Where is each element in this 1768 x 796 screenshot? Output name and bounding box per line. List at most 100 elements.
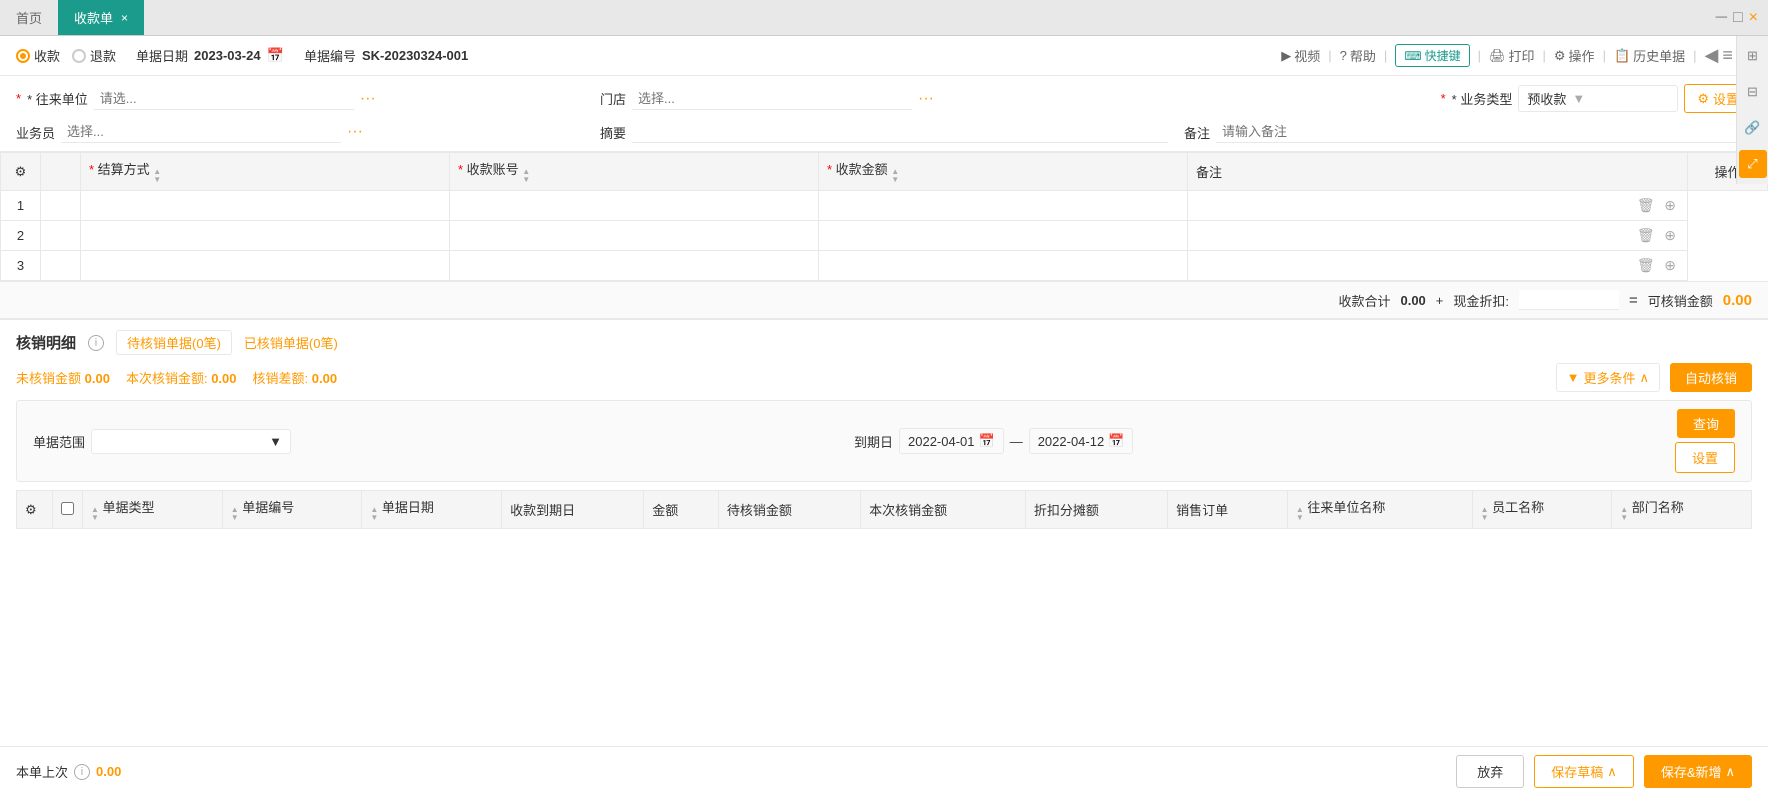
bt-discount-th: 折扣分摊额 xyxy=(1025,491,1167,529)
staff-input[interactable] xyxy=(61,121,341,143)
bt-check-all[interactable] xyxy=(61,502,74,515)
row-3-copy-btn[interactable]: ⊕ xyxy=(1661,257,1679,274)
biz-type-dropdown[interactable]: 预收款 ▼ xyxy=(1518,85,1678,112)
range-arrow-icon: ▼ xyxy=(269,434,282,449)
video-btn[interactable]: ▶ 视频 xyxy=(1281,46,1320,65)
bt-no-sort-icon[interactable]: ▲▼ xyxy=(231,506,239,522)
help-btn[interactable]: ? 帮助 xyxy=(1340,46,1376,65)
tab-home[interactable]: 首页 xyxy=(0,0,58,35)
history-btn[interactable]: 📋 历史单据 xyxy=(1614,46,1685,65)
right-panel-print-icon[interactable]: ⊟ xyxy=(1739,78,1767,106)
bt-check-th[interactable] xyxy=(53,491,83,529)
shortcut-btn[interactable]: ⌨ 快捷键 xyxy=(1395,44,1469,67)
tab-shoukudan-close[interactable]: × xyxy=(121,11,128,25)
hexiao-done-tab[interactable]: 已核销单据(0笔) xyxy=(244,333,338,352)
staff-group: 业务员 ··· xyxy=(16,121,584,143)
account-sort-icon[interactable]: ▲▼ xyxy=(522,168,530,184)
total-label: 收款合计 xyxy=(1338,291,1390,310)
right-panel-expand-icon[interactable]: ⤢ xyxy=(1739,150,1767,178)
query-btn[interactable]: 查询 xyxy=(1677,409,1735,438)
footer-info-icon[interactable]: i xyxy=(74,764,90,780)
range-select[interactable]: ▼ xyxy=(91,429,291,454)
bill-no-value[interactable]: SK-20230324-001 xyxy=(362,48,468,63)
discount-input[interactable] xyxy=(1519,290,1619,310)
bt-sales-th: 销售订单 xyxy=(1168,491,1288,529)
save-new-arrow-icon: ∧ xyxy=(1725,764,1735,780)
bt-cp-sort-icon[interactable]: ▲▼ xyxy=(1296,506,1304,522)
bt-amount-th: 金额 xyxy=(644,491,719,529)
summary-input[interactable] xyxy=(632,121,1168,143)
close-btn[interactable]: × xyxy=(1749,9,1758,27)
due-date-from-input[interactable]: 2022-04-01 📅 xyxy=(899,428,1004,454)
counterpart-group: * * 往来单位 ··· xyxy=(16,88,584,110)
minimize-btn[interactable]: ─ xyxy=(1716,9,1727,27)
save-draft-btn[interactable]: 保存草稿 ∧ xyxy=(1534,755,1634,788)
right-panel: ⊞ ⊟ 🔗 ⤢ xyxy=(1736,36,1768,184)
bt-staff-sort-icon[interactable]: ▲▼ xyxy=(1481,506,1489,522)
row-2-settle[interactable] xyxy=(41,221,81,251)
list-icon[interactable]: ≡ xyxy=(1722,45,1733,66)
row-2-account[interactable] xyxy=(81,221,450,251)
save-new-btn[interactable]: 保存&新增 ∧ xyxy=(1644,755,1752,788)
right-panel-attach-icon[interactable]: 🔗 xyxy=(1739,114,1767,142)
bill-date-label: 单据日期 xyxy=(136,46,188,65)
radio-tuikuan[interactable]: 退款 xyxy=(72,46,116,65)
row-3-remark[interactable] xyxy=(819,251,1188,281)
bill-date-calendar-icon[interactable]: 📅 xyxy=(267,47,284,64)
radio-shoukuan[interactable]: 收款 xyxy=(16,46,60,65)
row-3-settle[interactable] xyxy=(41,251,81,281)
available-value: 0.00 xyxy=(1723,292,1752,309)
abandon-btn[interactable]: 放弃 xyxy=(1456,755,1524,788)
summary-row: 收款合计 0.00 + 现金折扣: = 可核销金额 0.00 xyxy=(0,281,1768,318)
row-2-remark[interactable] xyxy=(819,221,1188,251)
tab-shoukudan[interactable]: 收款单 × xyxy=(58,0,144,35)
diff-label: 核销差额: 0.00 xyxy=(253,368,338,387)
store-label: 门店 xyxy=(600,89,626,108)
ops-icon: ⚙ xyxy=(1554,48,1566,64)
hexiao-info-icon[interactable]: i xyxy=(88,335,104,351)
row-1-copy-btn[interactable]: ⊕ xyxy=(1661,197,1679,214)
bt-dept-sort-icon[interactable]: ▲▼ xyxy=(1620,506,1628,522)
staff-more-icon[interactable]: ··· xyxy=(347,123,363,141)
counterpart-input[interactable] xyxy=(94,88,354,110)
bt-bill-no-th: ▲▼ 单据编号 xyxy=(222,491,362,529)
this-label: 本次核销金额: 0.00 xyxy=(126,368,237,387)
hexiao-pending-tab[interactable]: 待核销单据(0笔) xyxy=(116,330,232,355)
bt-date-sort-icon[interactable]: ▲▼ xyxy=(370,506,378,522)
due-date-to-input[interactable]: 2022-04-12 📅 xyxy=(1029,428,1134,454)
counterpart-more-icon[interactable]: ··· xyxy=(360,90,376,108)
bt-type-sort-icon[interactable]: ▲▼ xyxy=(91,506,99,522)
more-conditions-btn[interactable]: ▼ 更多条件 ∧ xyxy=(1556,363,1660,392)
row-1-amount[interactable] xyxy=(450,191,819,221)
row-1-settle[interactable] xyxy=(41,191,81,221)
main-content: 收款 退款 单据日期 2023-03-24 📅 单据编号 SK-20230324… xyxy=(0,36,1768,796)
row-2-delete-btn[interactable]: 🗑 xyxy=(1634,227,1658,244)
bt-due-date-th: 收款到期日 xyxy=(502,491,644,529)
available-label: 可核销金额 xyxy=(1648,291,1713,310)
settle-sort-icon[interactable]: ▲▼ xyxy=(153,168,161,184)
table-gear-th[interactable]: ⚙ xyxy=(1,153,41,191)
print-btn[interactable]: 🖨 打印 xyxy=(1489,46,1535,65)
bt-gear-th[interactable]: ⚙ xyxy=(17,491,53,529)
date-range-sep: — xyxy=(1010,434,1023,449)
row-3-amount[interactable] xyxy=(450,251,819,281)
row-1-delete-btn[interactable]: 🗑 xyxy=(1634,197,1658,214)
right-panel-table-icon[interactable]: ⊞ xyxy=(1739,42,1767,70)
bill-date-value[interactable]: 2023-03-24 xyxy=(194,48,261,63)
row-3-delete-btn[interactable]: 🗑 xyxy=(1634,257,1658,274)
maximize-btn[interactable]: □ xyxy=(1733,9,1743,27)
amount-sort-icon[interactable]: ▲▼ xyxy=(891,168,899,184)
row-1-account[interactable] xyxy=(81,191,450,221)
auto-hexiao-btn[interactable]: 自动核销 xyxy=(1670,363,1752,392)
row-2-amount[interactable] xyxy=(450,221,819,251)
remark-input[interactable] xyxy=(1216,121,1752,143)
row-2-copy-btn[interactable]: ⊕ xyxy=(1661,227,1679,244)
row-3-ops: 🗑 ⊕ xyxy=(1188,251,1688,281)
filter-settings-btn[interactable]: 设置 xyxy=(1675,442,1735,473)
store-more-icon[interactable]: ··· xyxy=(918,90,934,108)
row-1-remark[interactable] xyxy=(819,191,1188,221)
store-input[interactable] xyxy=(632,88,912,110)
prev-icon[interactable]: ◀ xyxy=(1705,45,1719,66)
ops-btn[interactable]: ⚙ 操作 xyxy=(1554,46,1595,65)
row-3-account[interactable] xyxy=(81,251,450,281)
